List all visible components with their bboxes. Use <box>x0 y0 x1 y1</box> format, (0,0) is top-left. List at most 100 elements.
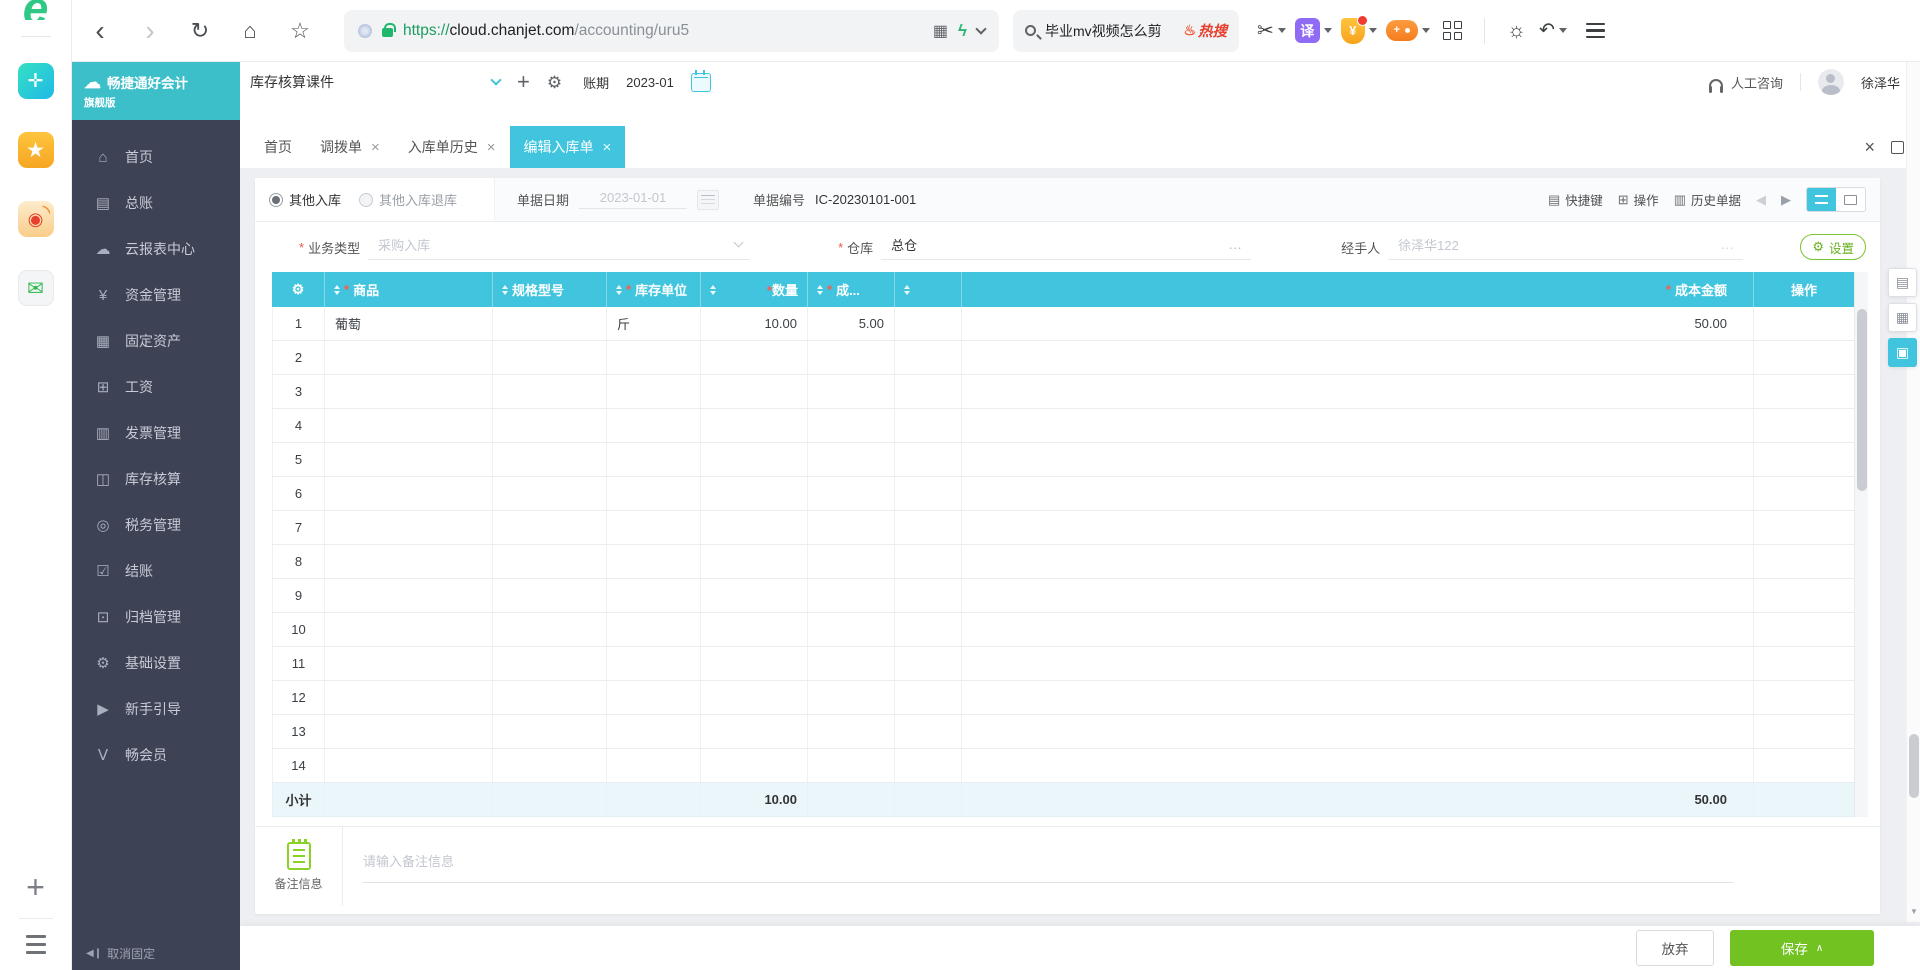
tab-调拨单[interactable]: 调拨单 × <box>306 126 394 168</box>
cell-price[interactable] <box>808 613 895 646</box>
dock-app-favorites-icon[interactable]: ★ <box>17 132 54 168</box>
cell[interactable] <box>1754 409 1854 442</box>
table-row[interactable]: 9 <box>272 579 1854 613</box>
cell[interactable] <box>1754 613 1854 646</box>
radio-other-inbound-return[interactable]: 其他入库退库 <box>359 190 457 209</box>
cell-qty[interactable] <box>701 545 808 578</box>
prev-doc-arrow-icon[interactable]: ◀ <box>1756 192 1766 208</box>
cell-amount[interactable] <box>962 341 1754 374</box>
handler-select[interactable]: 徐泽华122 … <box>1388 235 1744 260</box>
sidebar-item-invoice[interactable]: ▥ 发票管理 <box>72 410 240 456</box>
cell[interactable] <box>1754 545 1854 578</box>
sort-icon[interactable] <box>904 284 910 295</box>
cell-price[interactable] <box>808 341 895 374</box>
address-bar[interactable]: https://cloud.chanjet.com/accounting/uru… <box>344 9 999 52</box>
cell-spec[interactable] <box>493 375 607 408</box>
cell-unit[interactable] <box>607 545 701 578</box>
table-row[interactable]: 11 <box>272 647 1854 681</box>
chevron-down-icon[interactable] <box>1323 28 1332 33</box>
sidebar-item-home[interactable]: ⌂ 首页 <box>72 134 240 180</box>
cell[interactable] <box>895 715 962 748</box>
table-row[interactable]: 10 <box>272 613 1854 647</box>
cell-no[interactable]: 12 <box>272 681 325 714</box>
dock-add-icon[interactable]: + <box>26 871 45 903</box>
scissors-icon[interactable]: ✂ <box>1257 18 1274 43</box>
remark-input[interactable]: 请输入备注信息 <box>343 827 1880 906</box>
cell-product[interactable] <box>325 545 493 578</box>
cell[interactable] <box>1754 749 1854 782</box>
table-row[interactable]: 13 <box>272 715 1854 749</box>
list-view-toggle[interactable] <box>1807 188 1836 211</box>
cell[interactable] <box>895 545 962 578</box>
table-row[interactable]: 7 <box>272 511 1854 545</box>
cell-qty[interactable] <box>701 715 808 748</box>
cell[interactable] <box>895 613 962 646</box>
header-unit[interactable]: * 库存单位 <box>607 272 701 307</box>
cell[interactable] <box>1754 341 1854 374</box>
table-row[interactable]: 8 <box>272 545 1854 579</box>
cell-amount[interactable] <box>962 477 1754 510</box>
sort-icon[interactable] <box>710 284 716 295</box>
cell-no[interactable]: 4 <box>272 409 325 442</box>
cell-amount[interactable] <box>962 443 1754 476</box>
games-extension[interactable]: + <box>1385 20 1430 41</box>
cell-amount[interactable] <box>962 647 1754 680</box>
cell-spec[interactable] <box>493 613 607 646</box>
header-extra[interactable] <box>895 272 962 307</box>
search-query[interactable]: 毕业mv视频怎么剪 <box>1045 21 1174 41</box>
radio-other-inbound[interactable]: 其他入库 <box>269 190 341 209</box>
cell-no[interactable]: 2 <box>272 341 325 374</box>
cell-no[interactable]: 6 <box>272 477 325 510</box>
cell[interactable] <box>895 307 962 340</box>
doc-date-value[interactable]: 2023-01-01 <box>579 190 688 209</box>
search-bar[interactable]: 毕业mv视频怎么剪 ♨ 热搜 <box>1013 9 1239 52</box>
cell-price[interactable] <box>808 681 895 714</box>
cell-unit[interactable]: 斤 <box>607 307 701 340</box>
cell[interactable] <box>895 443 962 476</box>
cell-amount[interactable] <box>962 749 1754 782</box>
side-tool-doc-icon[interactable]: ▤ <box>1888 268 1917 297</box>
cell[interactable] <box>895 375 962 408</box>
cell-no[interactable]: 10 <box>272 613 325 646</box>
translate-extension[interactable]: 译 <box>1294 18 1332 43</box>
operations-button[interactable]: ⊞ 操作 <box>1618 190 1659 209</box>
home-icon[interactable]: ⌂ <box>238 19 262 42</box>
sidebar-item-ledger[interactable]: ▤ 总账 <box>72 180 240 226</box>
cell-no[interactable]: 1 <box>272 307 325 340</box>
cell-qty[interactable] <box>701 409 808 442</box>
cell-amount[interactable] <box>962 681 1754 714</box>
cell-amount[interactable] <box>962 511 1754 544</box>
cell-price[interactable] <box>808 511 895 544</box>
cell-product[interactable] <box>325 749 493 782</box>
sidebar-item-closing[interactable]: ☑ 结账 <box>72 548 240 594</box>
more-options-icon[interactable]: … <box>1720 236 1735 252</box>
cell[interactable] <box>895 511 962 544</box>
cell-amount[interactable] <box>962 375 1754 408</box>
avatar[interactable] <box>1817 69 1844 95</box>
sidebar-item-payroll[interactable]: ⊞ 工资 <box>72 364 240 410</box>
cell-amount[interactable]: 50.00 <box>962 307 1754 340</box>
cell-amount[interactable] <box>962 545 1754 578</box>
dock-list-icon[interactable] <box>25 935 46 954</box>
cell-no[interactable]: 5 <box>272 443 325 476</box>
cell[interactable] <box>1754 715 1854 748</box>
sidebar-item-funds[interactable]: ¥ 资金管理 <box>72 272 240 318</box>
sidebar-item-tax[interactable]: ◎ 税务管理 <box>72 502 240 548</box>
cell-qty[interactable] <box>701 443 808 476</box>
dock-app-link-icon[interactable]: ✛ <box>17 63 54 99</box>
site-info-icon[interactable] <box>358 23 372 38</box>
cell[interactable] <box>895 749 962 782</box>
save-button[interactable]: 保存 ∧ <box>1730 930 1874 966</box>
cell-spec[interactable] <box>493 545 607 578</box>
cell-unit[interactable] <box>607 375 701 408</box>
cell-product[interactable] <box>325 647 493 680</box>
grid-column-settings[interactable]: ⚙ <box>272 272 325 307</box>
grid-scrollbar[interactable] <box>1854 272 1868 817</box>
sidebar-item-report[interactable]: ☁ 云报表中心 <box>72 226 240 272</box>
translate-icon[interactable]: 译 <box>1294 18 1320 43</box>
cell-product[interactable] <box>325 341 493 374</box>
grid-scrollbar-thumb[interactable] <box>1857 309 1867 491</box>
tab-close-icon[interactable]: × <box>603 139 612 156</box>
gamepad-icon[interactable]: + <box>1385 20 1418 41</box>
cell-unit[interactable] <box>607 409 701 442</box>
